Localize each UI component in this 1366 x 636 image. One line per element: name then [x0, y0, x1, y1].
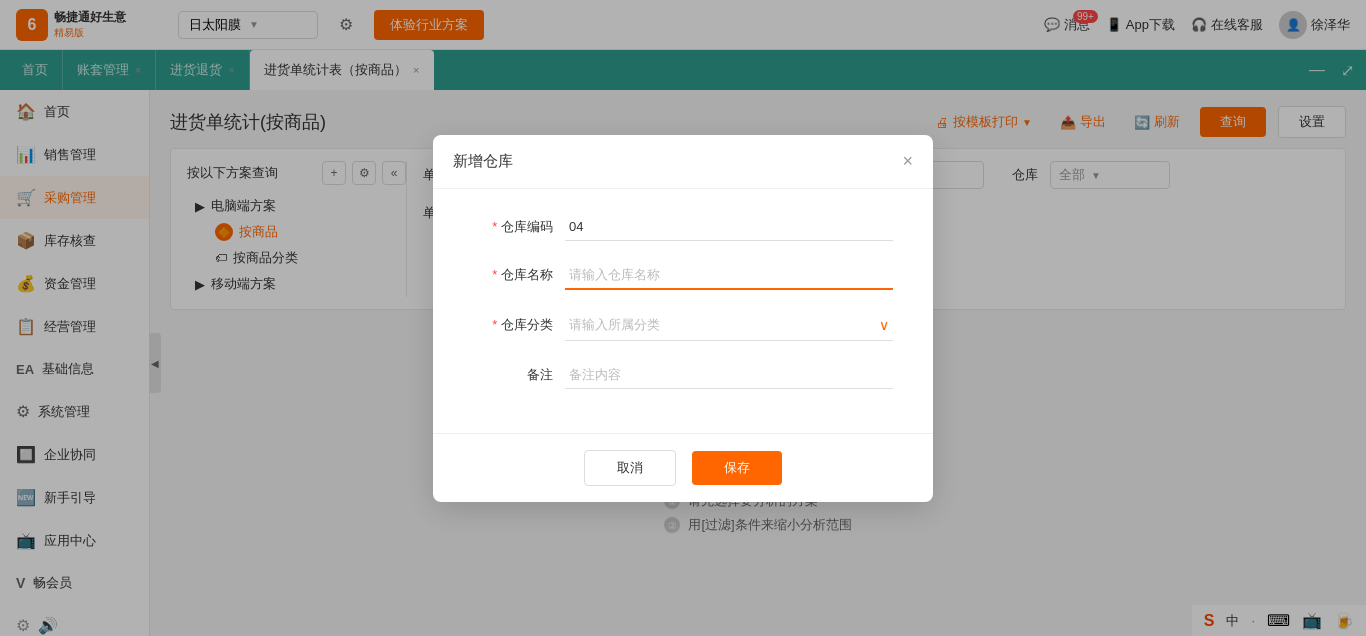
warehouse-code-input[interactable]: [565, 213, 893, 241]
modal-overlay[interactable]: 新增仓库 × 仓库编码 仓库名称 仓库分类 请输入所属分类 ∨: [0, 0, 1366, 636]
modal-footer: 取消 保存: [433, 433, 933, 502]
warehouse-name-label: 仓库名称: [473, 266, 553, 284]
form-row-name: 仓库名称: [473, 261, 893, 290]
modal-close-icon[interactable]: ×: [902, 151, 913, 172]
modal-body: 仓库编码 仓库名称 仓库分类 请输入所属分类 ∨ 备注: [433, 189, 933, 433]
warehouse-category-chevron-icon: ∨: [879, 317, 889, 333]
save-button[interactable]: 保存: [692, 451, 782, 485]
warehouse-name-input[interactable]: [565, 261, 893, 290]
modal-header: 新增仓库 ×: [433, 135, 933, 189]
remark-input[interactable]: [565, 361, 893, 389]
form-row-category: 仓库分类 请输入所属分类 ∨: [473, 310, 893, 341]
cancel-button[interactable]: 取消: [584, 450, 676, 486]
warehouse-category-label: 仓库分类: [473, 316, 553, 334]
form-row-remark: 备注: [473, 361, 893, 389]
modal-title: 新增仓库: [453, 152, 513, 171]
warehouse-code-label: 仓库编码: [473, 218, 553, 236]
remark-label: 备注: [473, 366, 553, 384]
warehouse-category-select[interactable]: 请输入所属分类 ∨: [565, 310, 893, 341]
form-row-code: 仓库编码: [473, 213, 893, 241]
modal-add-warehouse: 新增仓库 × 仓库编码 仓库名称 仓库分类 请输入所属分类 ∨: [433, 135, 933, 502]
warehouse-category-placeholder: 请输入所属分类: [569, 316, 660, 334]
